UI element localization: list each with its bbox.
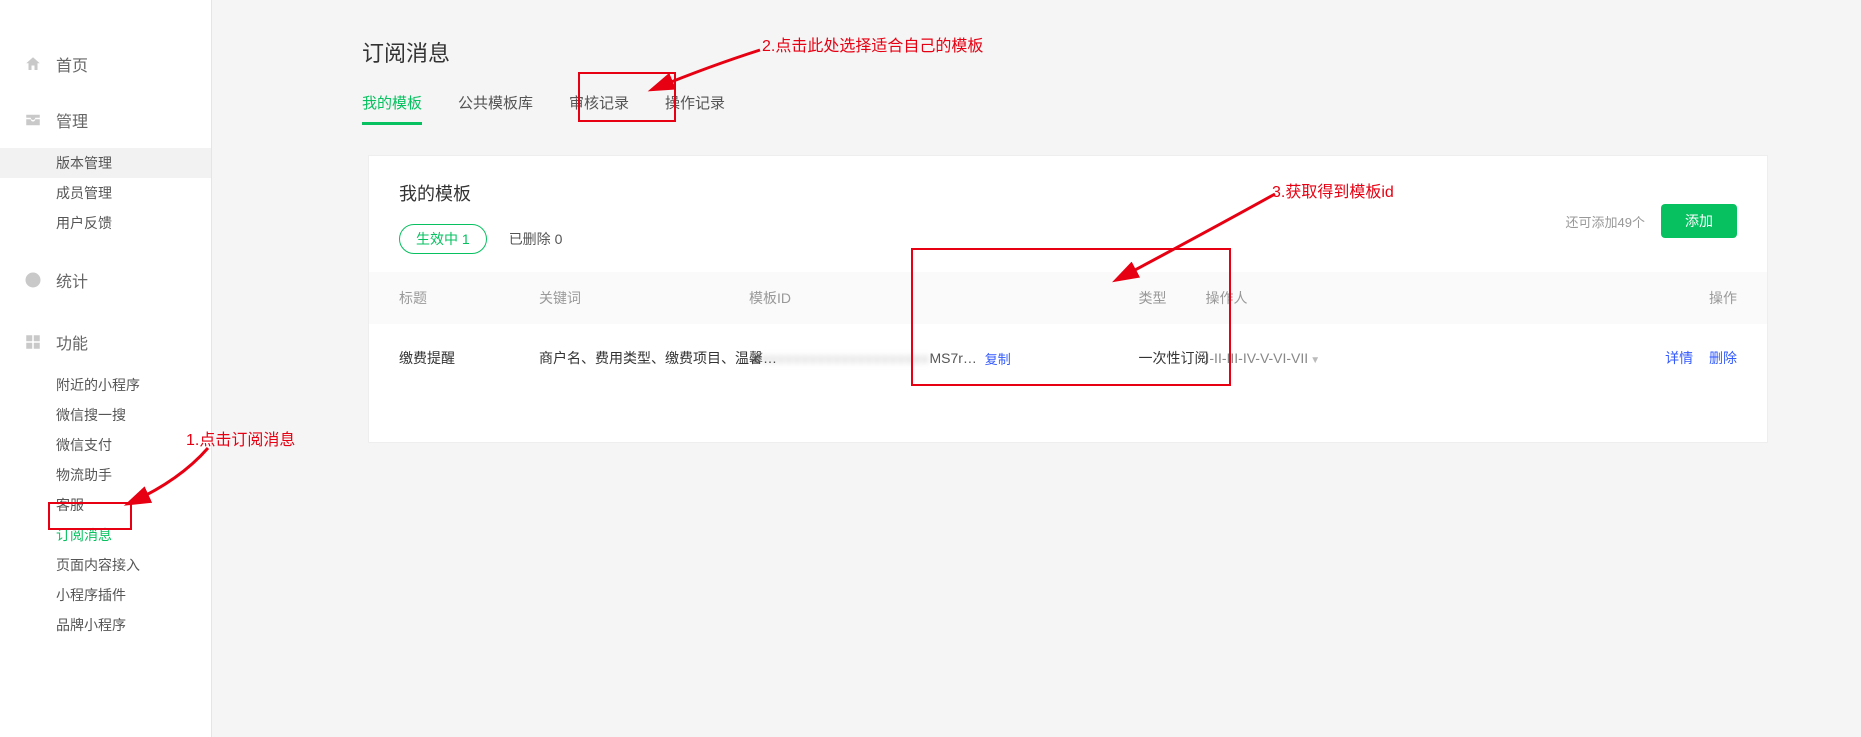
th-title: 标题 (399, 288, 539, 308)
sidebar-sub-plugin[interactable]: 小程序插件 (0, 580, 211, 610)
templates-table: 标题 关键词 模板ID 类型 操作人 操作 缴费提醒 商户名、费用类型、缴费项目… (369, 272, 1767, 392)
sidebar-sub-pay[interactable]: 微信支付 (0, 430, 211, 460)
sidebar-sub-subscribe[interactable]: 订阅消息 (0, 520, 211, 550)
sidebar-sub-search[interactable]: 微信搜一搜 (0, 400, 211, 430)
pie-icon (24, 271, 42, 289)
copy-id-link[interactable]: 复制 (985, 349, 1011, 368)
sidebar: 首页 管理 版本管理 成员管理 用户反馈 统计 功能 附近的小程序 微信搜一搜 … (0, 0, 212, 737)
sidebar-sub-version[interactable]: 版本管理 (0, 148, 211, 178)
sidebar-sub-logistics[interactable]: 物流助手 (0, 460, 211, 490)
template-id-value: -exxxxxxxxxxxxxxxxxxxxxMS7r… (749, 350, 977, 366)
sidebar-item-manage[interactable]: 管理 (0, 92, 211, 148)
cell-template-id: -exxxxxxxxxxxxxxxxxxxxxMS7r… 复制 (749, 349, 1131, 368)
card-title: 我的模板 (399, 180, 471, 206)
grid-icon (24, 333, 42, 351)
sidebar-sub-members[interactable]: 成员管理 (0, 178, 211, 208)
quota-text: 还可添加49个 (1566, 212, 1645, 231)
cell-keyword: 商户名、费用类型、缴费项目、温馨… (539, 348, 749, 368)
sidebar-manage-label: 管理 (56, 108, 88, 132)
sidebar-item-home[interactable]: 首页 (0, 36, 211, 92)
sidebar-stats-label: 统计 (56, 268, 88, 292)
tab-operation-log[interactable]: 操作记录 (665, 92, 725, 125)
filters-row: 生效中 1 已删除 0 (369, 224, 1767, 272)
sidebar-sub-nearby[interactable]: 附近的小程序 (0, 370, 211, 400)
table-header: 标题 关键词 模板ID 类型 操作人 操作 (369, 272, 1767, 324)
cell-type: 一次性订阅 (1139, 348, 1214, 368)
cell-actions: 详情 删除 (1356, 348, 1738, 368)
table-row: 缴费提醒 商户名、费用类型、缴费项目、温馨… -exxxxxxxxxxxxxxx… (369, 324, 1767, 392)
add-button[interactable]: 添加 (1661, 204, 1737, 238)
sidebar-sub-feedback[interactable]: 用户反馈 (0, 208, 211, 238)
templates-card: 我的模板 生效中 1 已删除 0 还可添加49个 添加 标题 关键词 模板ID … (368, 155, 1768, 443)
page-title: 订阅消息 (362, 36, 1861, 68)
cell-operator[interactable]: I-II-III-IV-V-VI-VII▼ (1206, 350, 1356, 366)
th-operator: 操作人 (1206, 288, 1356, 308)
tab-public-library[interactable]: 公共模板库 (458, 92, 533, 125)
inbox-icon (24, 111, 42, 129)
th-keyword: 关键词 (539, 288, 749, 308)
sidebar-item-func[interactable]: 功能 (0, 314, 211, 370)
sidebar-item-stats[interactable]: 统计 (0, 252, 211, 308)
filter-active[interactable]: 生效中 1 (399, 224, 487, 254)
th-id: 模板ID (749, 288, 1131, 308)
sidebar-home-label: 首页 (56, 52, 88, 76)
tab-audit-log[interactable]: 审核记录 (569, 92, 629, 125)
detail-link[interactable]: 详情 (1665, 350, 1693, 366)
chevron-down-icon: ▼ (1310, 355, 1320, 366)
sidebar-sub-brand[interactable]: 品牌小程序 (0, 610, 211, 640)
th-action: 操作 (1356, 288, 1738, 308)
th-type: 类型 (1139, 288, 1214, 308)
tabs: 我的模板 公共模板库 审核记录 操作记录 (362, 92, 1861, 125)
filter-deleted[interactable]: 已删除 0 (509, 229, 563, 249)
main-region: 订阅消息 我的模板 公共模板库 审核记录 操作记录 我的模板 生效中 1 已删除… (212, 0, 1861, 737)
delete-link[interactable]: 删除 (1709, 350, 1737, 366)
sidebar-sub-service[interactable]: 客服 (0, 490, 211, 520)
home-icon (24, 55, 42, 73)
tab-my-templates[interactable]: 我的模板 (362, 92, 422, 125)
cell-title: 缴费提醒 (399, 348, 539, 368)
sidebar-sub-content[interactable]: 页面内容接入 (0, 550, 211, 580)
sidebar-func-label: 功能 (56, 330, 88, 354)
